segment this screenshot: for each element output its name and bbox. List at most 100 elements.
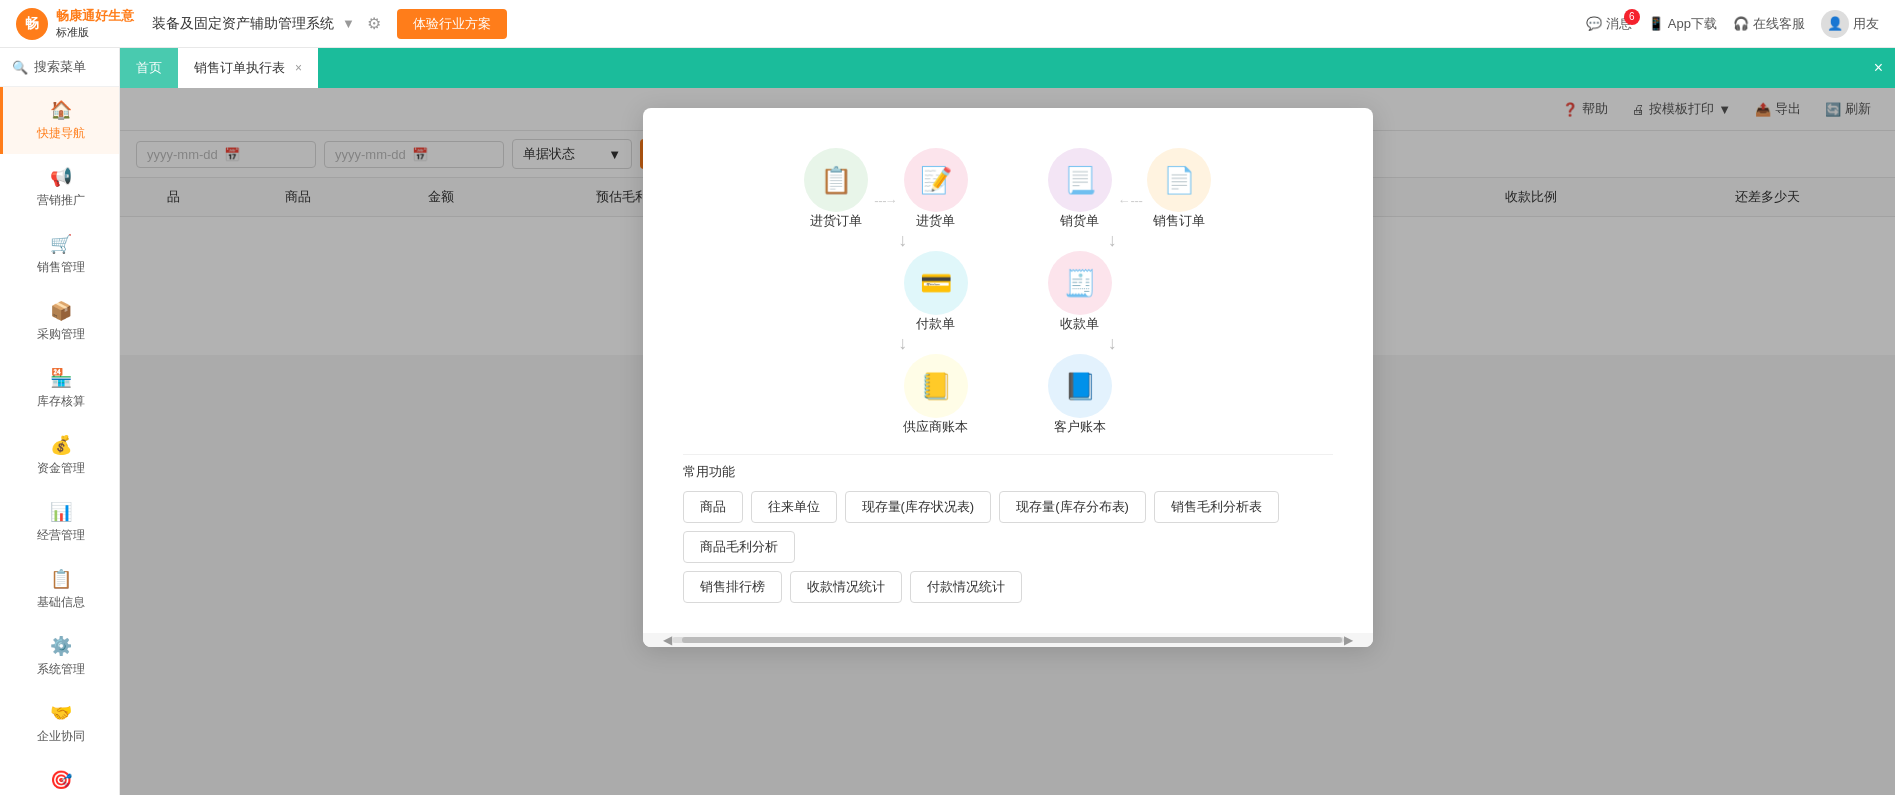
sidebar-item-system[interactable]: ⚙️ 系统管理 — [0, 623, 119, 690]
function-buttons: 商品 往来单位 现存量(库存状况表) 现存量(库存分布表) 销售毛利分析表 商品… — [683, 491, 1333, 563]
app-download-item[interactable]: 📱 App下载 — [1648, 15, 1717, 33]
func-btn-partner[interactable]: 往来单位 — [751, 491, 837, 523]
node-sales-order[interactable]: 📄 销售订单 — [1147, 148, 1211, 230]
sidebar: 🔍 搜索菜单 🏠 快捷导航 📢 营销推广 🛒 销售管理 📦 采购管理 🏪 — [0, 48, 120, 795]
func-btn-sales-margin[interactable]: 销售毛利分析表 — [1154, 491, 1279, 523]
header-right: 💬 消息 6 📱 App下载 🎧 在线客服 👤 用友 — [1586, 10, 1879, 38]
phone-icon: 📱 — [1648, 16, 1664, 31]
node-receipt-bill[interactable]: 🧾 收款单 — [1048, 251, 1112, 333]
logo-icon: 畅 — [16, 8, 48, 40]
sidebar-item-sales[interactable]: 🛒 销售管理 — [0, 221, 119, 288]
sales-order-label: 销售订单 — [1153, 212, 1205, 230]
purchase-order-label: 进货订单 — [810, 212, 862, 230]
sidebar-item-operation[interactable]: 📊 经营管理 — [0, 489, 119, 556]
sidebar-item-finance[interactable]: 💰 资金管理 — [0, 422, 119, 489]
content-area: 首页 销售订单执行表 × × ❓ 帮助 🖨 — [120, 48, 1895, 795]
func-btn-stock-status[interactable]: 现存量(库存状况表) — [845, 491, 992, 523]
sales-icon: 🛒 — [50, 233, 72, 255]
scroll-right-arrow[interactable]: ▶ — [1344, 633, 1353, 647]
system-title-area: 装备及固定资产辅助管理系统 ▼ ⚙ 体验行业方案 — [136, 9, 1586, 39]
main-area: 🔍 搜索菜单 🏠 快捷导航 📢 营销推广 🛒 销售管理 📦 采购管理 🏪 — [0, 48, 1895, 795]
supplier-ledger-label: 供应商账本 — [903, 418, 968, 436]
func-btn-payment-stats[interactable]: 付款情况统计 — [910, 571, 1022, 603]
modal-inner: 📋 进货订单 - - - → — [643, 108, 1373, 633]
newbie-icon: 🎯 — [50, 769, 72, 791]
divider — [683, 454, 1333, 455]
purchase-icon: 📦 — [50, 300, 72, 322]
message-badge: 6 — [1624, 9, 1640, 25]
func-btn-stock-dist[interactable]: 现存量(库存分布表) — [999, 491, 1146, 523]
sales-bill-label: 销货单 — [1060, 212, 1099, 230]
sidebar-item-marketing[interactable]: 📢 营销推广 — [0, 154, 119, 221]
down-arrow-pb: ↓ — [836, 230, 969, 251]
arrow-po-to-pb: - - - → — [868, 193, 903, 208]
sidebar-item-collab[interactable]: 🤝 企业协同 — [0, 690, 119, 757]
tab-bar: 首页 销售订单执行表 × × — [120, 48, 1895, 88]
service-icon: 🎧 — [1733, 16, 1749, 31]
dropdown-icon[interactable]: ▼ — [342, 16, 355, 31]
scroll-left-arrow[interactable]: ◀ — [663, 633, 672, 647]
modal-scrollbar[interactable]: ◀ ▶ — [643, 633, 1373, 647]
online-service-item[interactable]: 🎧 在线客服 — [1733, 15, 1805, 33]
marketing-icon: 📢 — [50, 166, 72, 188]
message-icon: 💬 — [1586, 16, 1602, 31]
logo-area: 畅 畅康通好生意 标准版 — [16, 8, 136, 40]
tab-home[interactable]: 首页 — [120, 48, 178, 88]
func-btn-receipt-stats[interactable]: 收款情况统计 — [790, 571, 902, 603]
func-btn-product[interactable]: 商品 — [683, 491, 743, 523]
collab-icon: 🤝 — [50, 702, 72, 724]
sidebar-item-purchase[interactable]: 📦 采购管理 — [0, 288, 119, 355]
row-arrows-down: ↓ ↓ — [703, 230, 1313, 251]
search-icon: 🔍 — [12, 60, 28, 75]
inventory-icon: 🏪 — [50, 367, 72, 389]
func-btn-product-margin[interactable]: 商品毛利分析 — [683, 531, 795, 563]
settings-icon[interactable]: ⚙ — [367, 14, 381, 33]
trial-button[interactable]: 体验行业方案 — [397, 9, 507, 39]
common-functions: 常用功能 商品 往来单位 现存量(库存状况表) 现存量(库存分布表) 销售毛利分… — [683, 463, 1333, 613]
arrow-so-to-sb: ← - - - — [1112, 193, 1147, 208]
system-icon: ⚙️ — [50, 635, 72, 657]
home-icon: 🏠 — [50, 99, 72, 121]
system-title: 装备及固定资产辅助管理系统 — [152, 15, 334, 33]
close-all-tabs[interactable]: × — [1862, 59, 1895, 77]
search-menu[interactable]: 🔍 搜索菜单 — [0, 48, 119, 87]
down-arrow-pay: ↓ — [836, 333, 969, 354]
row-arrows-down2: ↓ ↓ — [703, 333, 1313, 354]
payment-bill-icon: 💳 — [904, 251, 968, 315]
purchase-bill-icon: 📝 — [904, 148, 968, 212]
customer-ledger-icon: 📘 — [1048, 354, 1112, 418]
node-purchase-bill[interactable]: 📝 进货单 — [904, 148, 968, 230]
receipt-bill-icon: 🧾 — [1048, 251, 1112, 315]
finance-icon: 💰 — [50, 434, 72, 456]
sidebar-item-quick-nav[interactable]: 🏠 快捷导航 — [0, 87, 119, 154]
node-sales-bill[interactable]: 📃 销货单 — [1048, 148, 1112, 230]
sales-bill-icon: 📃 — [1048, 148, 1112, 212]
user-area[interactable]: 👤 用友 — [1821, 10, 1879, 38]
sales-order-icon: 📄 — [1147, 148, 1211, 212]
sidebar-item-basic[interactable]: 📋 基础信息 — [0, 556, 119, 623]
func-btn-sales-rank[interactable]: 销售排行榜 — [683, 571, 782, 603]
scroll-thumb — [682, 637, 1342, 643]
function-buttons-row2: 销售排行榜 收款情况统计 付款情况统计 — [683, 571, 1333, 603]
logo-text: 畅康通好生意 标准版 — [56, 8, 134, 39]
purchase-bill-label: 进货单 — [916, 212, 955, 230]
node-purchase-order[interactable]: 📋 进货订单 — [804, 148, 868, 230]
payment-bill-label: 付款单 — [916, 315, 955, 333]
node-supplier-ledger[interactable]: 📒 供应商账本 — [903, 354, 968, 436]
down-arrow-sb: ↓ — [1046, 230, 1179, 251]
common-functions-title: 常用功能 — [683, 463, 1333, 481]
message-item[interactable]: 💬 消息 6 — [1586, 15, 1632, 33]
node-payment-bill[interactable]: 💳 付款单 — [904, 251, 968, 333]
flow-modal: 📋 进货订单 - - - → — [643, 108, 1373, 647]
tab-close-icon[interactable]: × — [295, 61, 302, 75]
sidebar-item-newbie[interactable]: 🎯 新手引导 — [0, 757, 119, 795]
tab-sales-order-exec[interactable]: 销售订单执行表 × — [178, 48, 318, 88]
purchase-order-icon: 📋 — [804, 148, 868, 212]
modal-overlay[interactable]: 📋 进货订单 - - - → — [120, 88, 1895, 795]
sidebar-item-inventory[interactable]: 🏪 库存核算 — [0, 355, 119, 422]
scroll-track[interactable] — [672, 637, 1344, 643]
top-header: 畅 畅康通好生意 标准版 装备及固定资产辅助管理系统 ▼ ⚙ 体验行业方案 💬 … — [0, 0, 1895, 48]
operation-icon: 📊 — [50, 501, 72, 523]
flow-diagram: 📋 进货订单 - - - → — [683, 138, 1333, 446]
node-customer-ledger[interactable]: 📘 客户账本 — [1048, 354, 1112, 436]
